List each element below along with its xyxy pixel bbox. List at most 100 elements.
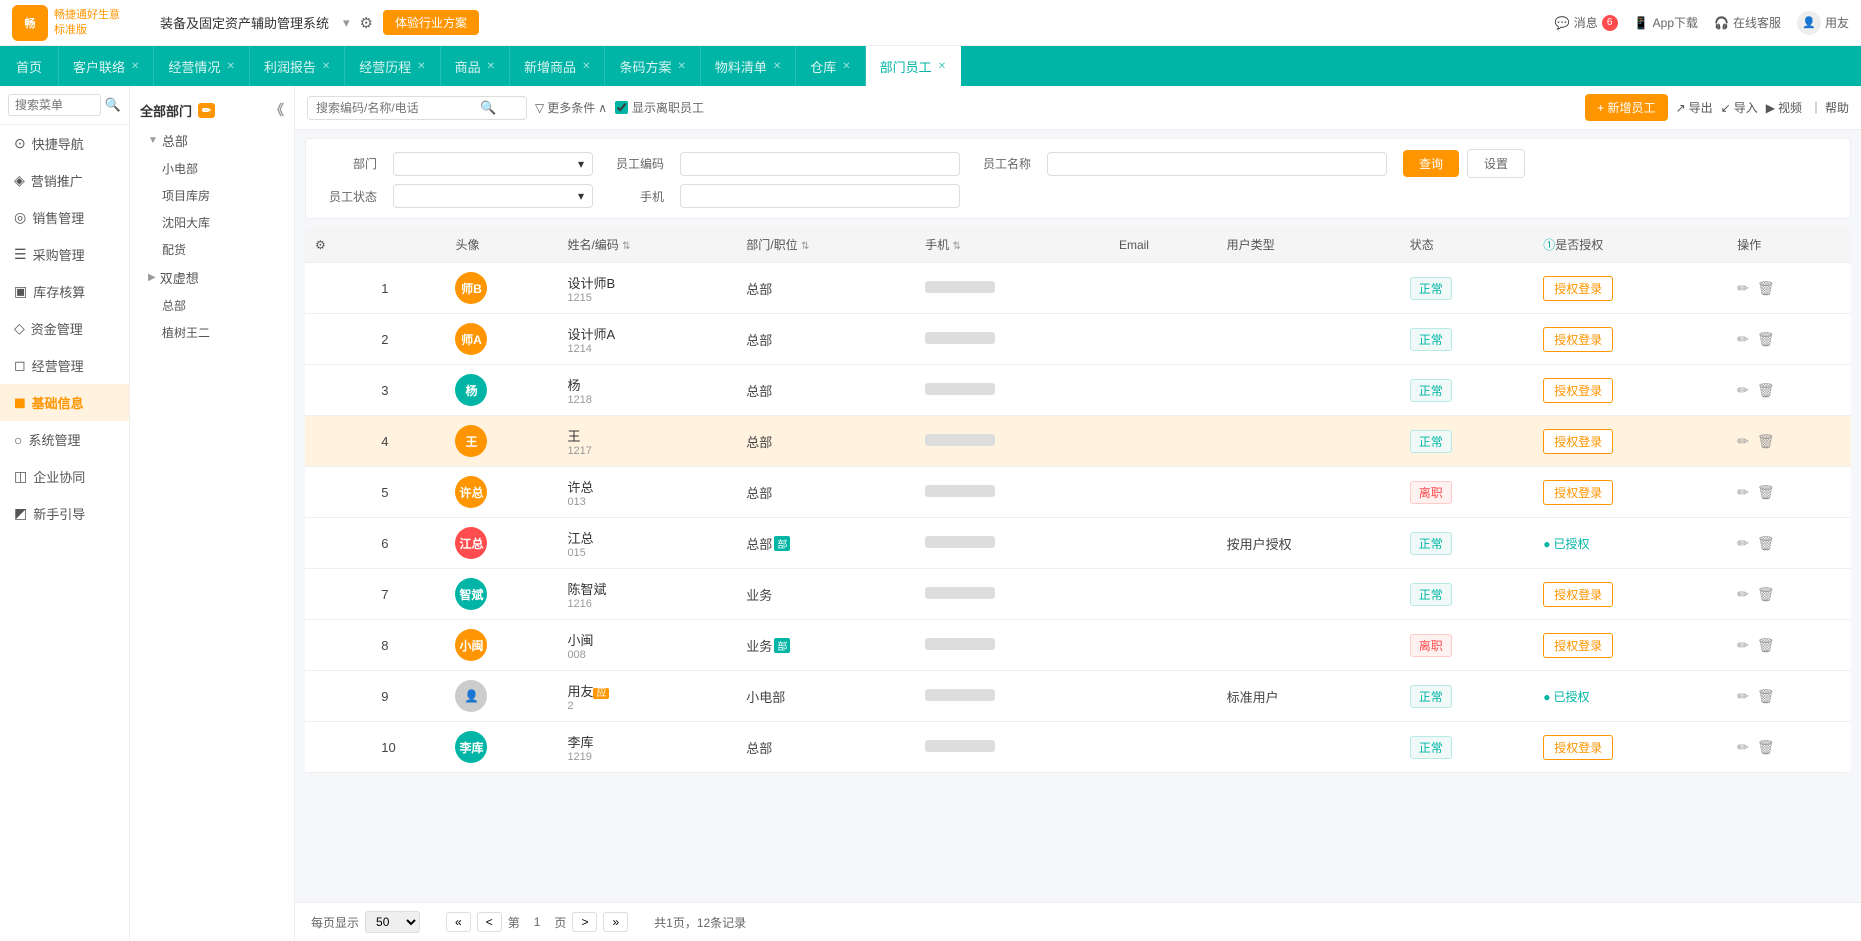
next-page-btn[interactable]: >: [572, 912, 597, 932]
message-item[interactable]: 💬 消息 6: [1555, 14, 1618, 31]
tab-operation-status[interactable]: 经营情况✕: [154, 46, 249, 86]
sidebar-item-purchase[interactable]: ☰采购管理: [0, 236, 129, 273]
auth-login-button[interactable]: 授权登录: [1543, 429, 1613, 454]
delete-icon[interactable]: 🗑: [1757, 739, 1775, 756]
tab-home[interactable]: 首页: [0, 46, 59, 86]
table-settings-icon[interactable]: ⚙: [315, 238, 326, 252]
trial-button[interactable]: 体验行业方案: [383, 10, 479, 35]
tab-dept-employee-close[interactable]: ✕: [938, 61, 946, 72]
dept-edit-icon[interactable]: ✏: [198, 103, 215, 118]
edit-icon[interactable]: ✏: [1737, 331, 1749, 348]
dept-sub-xiaodian[interactable]: 小电部: [130, 155, 294, 182]
sidebar-item-quick-nav[interactable]: ⊙快捷导航: [0, 125, 129, 162]
auth-login-button[interactable]: 授权登录: [1543, 327, 1613, 352]
online-service-item[interactable]: 🎧 在线客服: [1714, 14, 1781, 31]
search-icon[interactable]: 🔍: [480, 100, 496, 116]
tab-operation-history[interactable]: 经营历程✕: [345, 46, 440, 86]
tab-bom[interactable]: 物料清单✕: [701, 46, 796, 86]
tab-customer-close[interactable]: ✕: [131, 61, 139, 72]
delete-icon[interactable]: 🗑: [1757, 433, 1775, 450]
sidebar-item-marketing[interactable]: ◈营销推广: [0, 162, 129, 199]
sidebar-item-inventory[interactable]: ▣库存核算: [0, 273, 129, 310]
prev-page-btn[interactable]: <: [477, 912, 502, 932]
edit-icon[interactable]: ✏: [1737, 739, 1749, 756]
auth-login-button[interactable]: 授权登录: [1543, 378, 1613, 403]
edit-icon[interactable]: ✏: [1737, 637, 1749, 654]
tab-warehouse[interactable]: 仓库✕: [796, 46, 865, 86]
delete-icon[interactable]: 🗑: [1757, 331, 1775, 348]
sidebar-item-operation[interactable]: ◻经营管理: [0, 347, 129, 384]
delete-icon[interactable]: 🗑: [1757, 382, 1775, 399]
auth-info-icon[interactable]: ①: [1543, 238, 1555, 252]
edit-icon[interactable]: ✏: [1737, 586, 1749, 603]
tab-profit[interactable]: 利润报告✕: [250, 46, 345, 86]
help-button[interactable]: ｜ 帮助: [1810, 99, 1849, 116]
sidebar-item-system[interactable]: ○系统管理: [0, 421, 129, 458]
sidebar-item-sales[interactable]: ◎销售管理: [0, 199, 129, 236]
auth-login-button[interactable]: 授权登录: [1543, 480, 1613, 505]
edit-icon[interactable]: ✏: [1737, 382, 1749, 399]
sidebar-item-basic[interactable]: ◼基础信息: [0, 384, 129, 421]
auth-login-button[interactable]: 授权登录: [1543, 633, 1613, 658]
search-input[interactable]: [316, 101, 476, 115]
view-button[interactable]: ▶ 视频: [1766, 99, 1802, 116]
show-resigned-checkbox[interactable]: [615, 101, 628, 114]
last-page-btn[interactable]: »: [603, 912, 628, 932]
auth-login-button[interactable]: 授权登录: [1543, 276, 1613, 301]
all-dept-label[interactable]: 全部部门: [140, 101, 192, 120]
delete-icon[interactable]: 🗑: [1757, 535, 1775, 552]
tab-bom-close[interactable]: ✕: [773, 61, 781, 72]
sidebar-search-input[interactable]: [8, 94, 101, 116]
sidebar-item-guide[interactable]: ◩新手引导: [0, 495, 129, 532]
import-button[interactable]: ↙ 导入: [1721, 99, 1758, 116]
first-page-btn[interactable]: «: [446, 912, 471, 932]
emp-name-filter-input[interactable]: [1047, 152, 1387, 176]
delete-icon[interactable]: 🗑: [1757, 484, 1775, 501]
edit-icon[interactable]: ✏: [1737, 433, 1749, 450]
col-settings[interactable]: ⚙: [305, 227, 371, 263]
dept-sub-peihuo[interactable]: 配货: [130, 236, 294, 263]
sidebar-item-collab[interactable]: ◫企业协同: [0, 458, 129, 495]
tab-dept-employee[interactable]: 部门员工✕: [866, 46, 961, 86]
more-filter-btn[interactable]: ▽ 更多条件 ∧: [535, 99, 607, 116]
auth-login-button[interactable]: 授权登录: [1543, 582, 1613, 607]
auth-login-button[interactable]: 授权登录: [1543, 735, 1613, 760]
page-size-select[interactable]: 50 10 20 100: [365, 911, 420, 933]
add-employee-button[interactable]: + 新增员工: [1585, 94, 1667, 121]
dept-sub-zongbu2[interactable]: 总部: [130, 292, 294, 319]
emp-status-filter-select[interactable]: ▾: [393, 184, 593, 208]
delete-icon[interactable]: 🗑: [1757, 688, 1775, 705]
tab-operation-history-close[interactable]: ✕: [417, 61, 425, 72]
delete-icon[interactable]: 🗑: [1757, 586, 1775, 603]
title-dropdown-icon[interactable]: ▾: [343, 15, 350, 31]
tab-barcode[interactable]: 条码方案✕: [605, 46, 700, 86]
tab-goods-close[interactable]: ✕: [487, 61, 495, 72]
dept-sub-xiangmu[interactable]: 项目库房: [130, 182, 294, 209]
col-dept-position[interactable]: 部门/职位 ⇅: [736, 227, 915, 263]
col-name-code[interactable]: 姓名/编码 ⇅: [557, 227, 736, 263]
edit-icon[interactable]: ✏: [1737, 688, 1749, 705]
phone-filter-input[interactable]: [680, 184, 960, 208]
sidebar-item-finance[interactable]: ◇资金管理: [0, 310, 129, 347]
delete-icon[interactable]: 🗑: [1757, 637, 1775, 654]
dept-filter-select[interactable]: ▾: [393, 152, 593, 176]
show-resigned-toggle[interactable]: 显示离职员工: [615, 99, 704, 116]
user-item[interactable]: 👤 用友: [1797, 11, 1849, 35]
tab-profit-close[interactable]: ✕: [322, 61, 330, 72]
query-button[interactable]: 查询: [1403, 150, 1459, 177]
dept-sub-shenyang[interactable]: 沈阳大库: [130, 209, 294, 236]
dept-sub-zhishu[interactable]: 植树王二: [130, 319, 294, 346]
sidebar-search-icon[interactable]: 🔍: [105, 97, 121, 113]
dept-item-zongbu[interactable]: ▼ 总部: [130, 126, 294, 155]
reset-button[interactable]: 设置: [1467, 149, 1525, 178]
delete-icon[interactable]: 🗑: [1757, 280, 1775, 297]
edit-icon[interactable]: ✏: [1737, 484, 1749, 501]
dept-item-shuangxu[interactable]: ▶ 双虚想: [130, 263, 294, 292]
app-download-item[interactable]: 📱 App下载: [1634, 14, 1698, 31]
tab-new-goods-close[interactable]: ✕: [582, 61, 590, 72]
tab-new-goods[interactable]: 新增商品✕: [510, 46, 605, 86]
dept-tree-collapse-btn[interactable]: 《: [270, 100, 284, 120]
tab-customer[interactable]: 客户联络✕: [59, 46, 154, 86]
emp-code-filter-input[interactable]: [680, 152, 960, 176]
tab-warehouse-close[interactable]: ✕: [842, 61, 850, 72]
